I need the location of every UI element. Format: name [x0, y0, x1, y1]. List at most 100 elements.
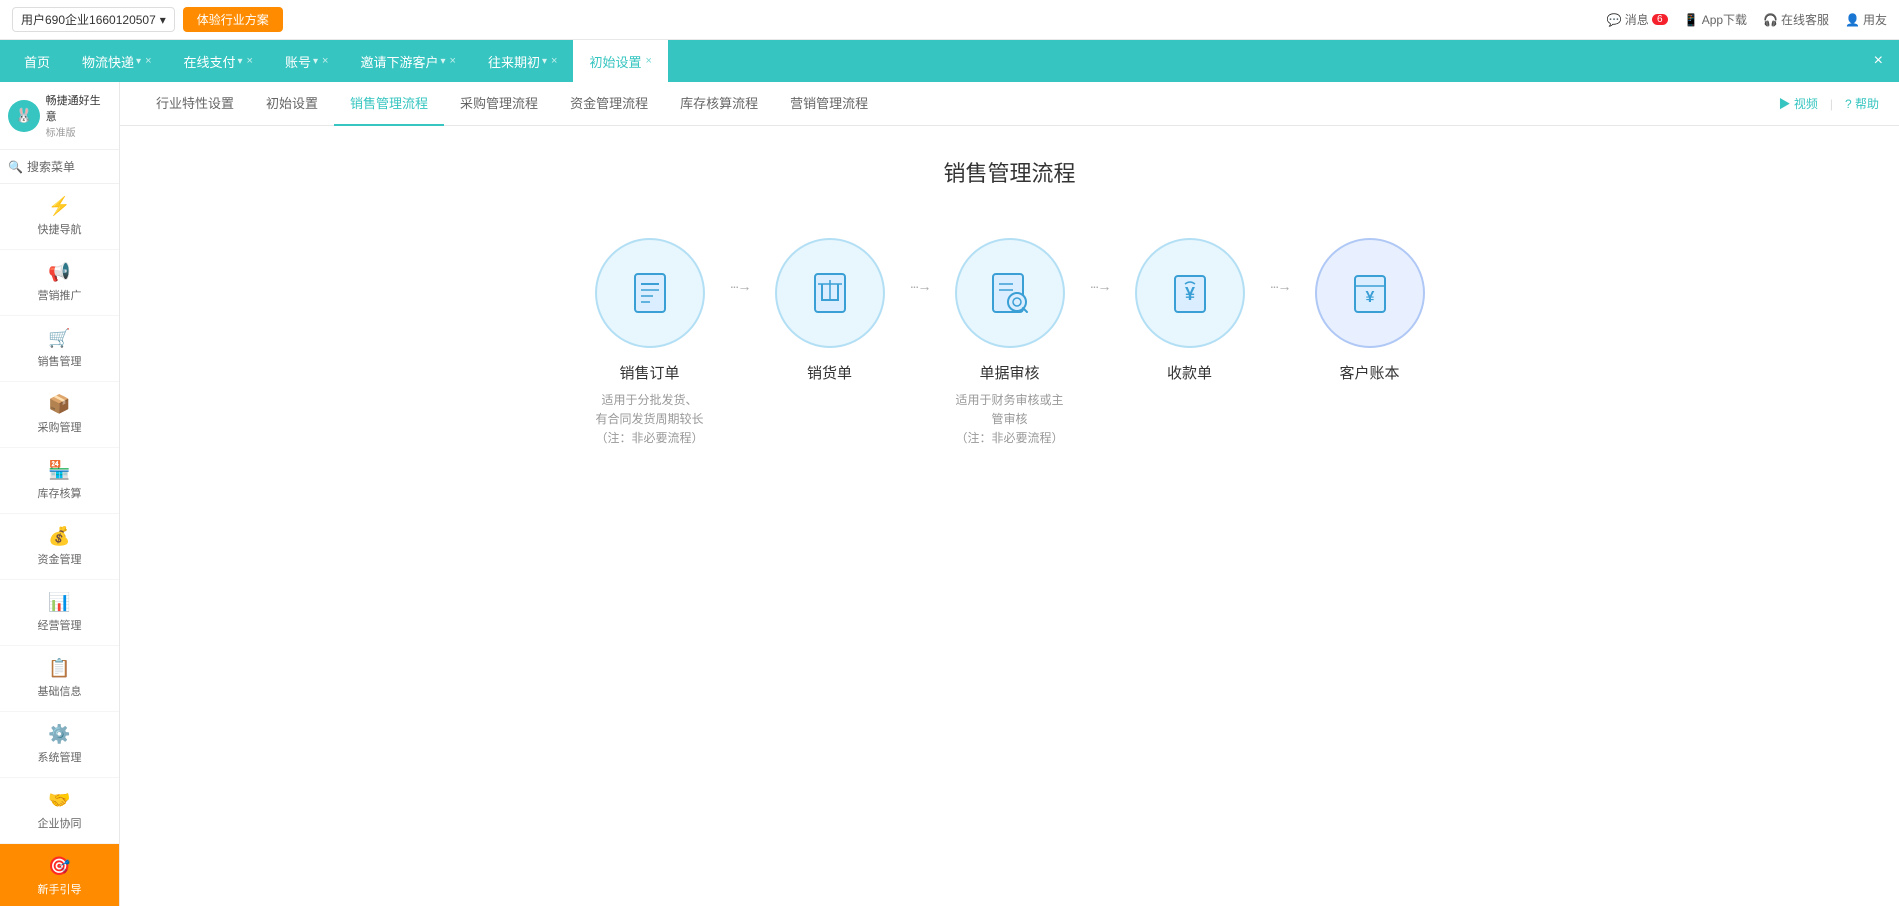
sidebar-item-sales[interactable]: 🛒 销售管理	[0, 316, 119, 382]
sub-tab-inventory-flow[interactable]: 库存核算流程	[664, 82, 774, 126]
flow-steps: 销售订单 适用于分批发货、有合同发货周期较长（注：非必要流程） ···→	[140, 238, 1879, 449]
sub-tab-finance-flow[interactable]: 资金管理流程	[554, 82, 664, 126]
sidebar-item-finance[interactable]: 💰 资金管理	[0, 514, 119, 580]
close-icon[interactable]: ×	[145, 55, 151, 67]
sidebar-search[interactable]: 🔍 搜索菜单	[0, 150, 119, 184]
message-label: 消息	[1625, 11, 1649, 28]
receipt-icon: ¥	[1165, 268, 1215, 318]
nav-tab-invite[interactable]: 邀请下游客户 ▾ ×	[344, 40, 471, 82]
message-badge: 6	[1652, 14, 1668, 25]
chevron-down-icon: ▾	[136, 56, 141, 67]
operations-icon: 📊	[48, 592, 70, 613]
sub-tab-industry[interactable]: 行业特性设置	[140, 82, 250, 126]
sales-order-name: 销售订单	[619, 362, 679, 383]
basic-info-icon: 📋	[48, 658, 70, 679]
nav-tab-invite-label: 邀请下游客户	[360, 52, 438, 71]
close-icon[interactable]: ×	[645, 55, 651, 67]
flow-step-sales-order: 销售订单 适用于分批发货、有合同发货周期较长（注：非必要流程）	[560, 238, 740, 449]
sidebar-item-label: 库存核算	[38, 485, 82, 501]
receipt-name: 收款单	[1167, 362, 1212, 383]
sidebar-item-new-guide[interactable]: 🎯 新手引导	[0, 844, 119, 906]
ledger-circle: ¥	[1315, 238, 1425, 348]
sales-order-circle	[595, 238, 705, 348]
sub-tab-initial-label: 初始设置	[266, 93, 318, 112]
app-download-item[interactable]: 📱 App下载	[1684, 11, 1747, 28]
nav-tab-account[interactable]: 账号 ▾ ×	[269, 40, 344, 82]
sidebar: 🐰 畅捷通好生意 标准版 🔍 搜索菜单 ⚡ 快捷导航 📢 营销推广 🛒 销售管理…	[0, 82, 120, 906]
nav-tab-home[interactable]: 首页	[8, 40, 66, 82]
nav-tab-account-label: 账号	[285, 52, 311, 71]
online-service-item[interactable]: 🎧 在线客服	[1763, 11, 1829, 28]
nav-tabs: 首页 物流快递 ▾ × 在线支付 ▾ × 账号 ▾ × 邀请下游客户 ▾ × 往…	[0, 40, 1899, 82]
sub-tab-industry-label: 行业特性设置	[156, 93, 234, 112]
sidebar-item-system[interactable]: ⚙️ 系统管理	[0, 712, 119, 778]
sidebar-item-label: 企业协同	[38, 815, 82, 831]
ledger-name: 客户账本	[1339, 362, 1399, 383]
chevron-down-icon: ▾	[440, 56, 445, 67]
sidebar-item-operations[interactable]: 📊 经营管理	[0, 580, 119, 646]
sidebar-logo: 🐰 畅捷通好生意 标准版	[0, 82, 119, 150]
video-label: 视频	[1794, 97, 1818, 111]
sidebar-item-label: 营销推广	[38, 287, 82, 303]
svg-text:¥: ¥	[1184, 284, 1194, 304]
new-guide-icon: 🎯	[48, 856, 70, 877]
headset-icon: 🎧	[1763, 13, 1778, 27]
sidebar-search-label: 搜索菜单	[27, 158, 75, 175]
sub-tab-inventory-flow-label: 库存核算流程	[680, 93, 758, 112]
user-selector[interactable]: 用户690企业1660120507 ▾	[12, 7, 175, 32]
nav-tab-logistics[interactable]: 物流快递 ▾ ×	[66, 40, 167, 82]
message-icon: 💬	[1607, 13, 1622, 27]
sidebar-item-basic-info[interactable]: 📋 基础信息	[0, 646, 119, 712]
nav-close-all[interactable]: ×	[1866, 52, 1891, 70]
sales-order-desc: 适用于分批发货、有合同发货周期较长（注：非必要流程）	[595, 391, 703, 449]
nav-tab-payment[interactable]: 在线支付 ▾ ×	[168, 40, 269, 82]
top-bar: 用户690企业1660120507 ▾ 体验行业方案 💬 消息 6 📱 App下…	[0, 0, 1899, 40]
sidebar-item-quick-nav[interactable]: ⚡ 快捷导航	[0, 184, 119, 250]
sub-tab-purchase-flow-label: 采购管理流程	[460, 93, 538, 112]
sub-tab-marketing-flow-label: 营销管理流程	[790, 93, 868, 112]
close-icon[interactable]: ×	[247, 55, 253, 67]
sales-icon: 🛒	[48, 328, 70, 349]
help-link[interactable]: ? 帮助	[1845, 95, 1879, 112]
sidebar-item-purchase[interactable]: 📦 采购管理	[0, 382, 119, 448]
sidebar-item-label: 采购管理	[38, 419, 82, 435]
user-item[interactable]: 👤 用友	[1845, 11, 1887, 28]
sub-tab-marketing-flow[interactable]: 营销管理流程	[774, 82, 884, 126]
chevron-down-icon: ▾	[313, 56, 318, 67]
logo-text: 畅捷通好生意 标准版	[46, 92, 111, 139]
try-industry-button[interactable]: 体验行业方案	[183, 7, 283, 32]
sub-tab-purchase-flow[interactable]: 采购管理流程	[444, 82, 554, 126]
marketing-icon: 📢	[48, 262, 70, 283]
review-desc: 适用于财务审核或主管审核（注：非必要流程）	[955, 391, 1063, 449]
close-icon[interactable]: ×	[450, 55, 456, 67]
sub-tab-initial[interactable]: 初始设置	[250, 82, 334, 126]
sidebar-item-label: 新手引导	[38, 881, 82, 897]
quick-nav-icon: ⚡	[48, 196, 70, 217]
nav-tab-period[interactable]: 往来期初 ▾ ×	[472, 40, 573, 82]
sidebar-item-label: 快捷导航	[38, 221, 82, 237]
purchase-icon: 📦	[48, 394, 70, 415]
nav-tab-initial-setup[interactable]: 初始设置 ×	[573, 40, 667, 82]
top-bar-left: 用户690企业1660120507 ▾ 体验行业方案	[12, 7, 283, 32]
content-area: 行业特性设置 初始设置 销售管理流程 采购管理流程 资金管理流程 库存核算流程 …	[120, 82, 1899, 906]
flow-step-ledger: ¥ 客户账本	[1280, 238, 1460, 391]
close-icon[interactable]: ×	[551, 55, 557, 67]
sidebar-item-label: 销售管理	[38, 353, 82, 369]
message-item[interactable]: 💬 消息 6	[1607, 11, 1668, 28]
close-icon[interactable]: ×	[322, 55, 328, 67]
ledger-icon: ¥	[1345, 268, 1395, 318]
system-icon: ⚙️	[48, 724, 70, 745]
sidebar-item-enterprise-collab[interactable]: 🤝 企业协同	[0, 778, 119, 844]
nav-tab-logistics-label: 物流快递	[82, 52, 134, 71]
app-download-icon: 📱	[1684, 13, 1699, 27]
video-link[interactable]: ▶ 视频	[1778, 95, 1817, 112]
sidebar-item-marketing[interactable]: 📢 营销推广	[0, 250, 119, 316]
main-layout: 🐰 畅捷通好生意 标准版 🔍 搜索菜单 ⚡ 快捷导航 📢 营销推广 🛒 销售管理…	[0, 82, 1899, 906]
sub-tab-sales-flow[interactable]: 销售管理流程	[334, 82, 444, 126]
flow-step-receipt: ¥ 收款单	[1100, 238, 1280, 391]
sidebar-item-inventory[interactable]: 🏪 库存核算	[0, 448, 119, 514]
flow-step-review: 单据审核 适用于财务审核或主管审核（注：非必要流程）	[920, 238, 1100, 449]
logo-icon: 🐰	[8, 100, 40, 132]
divider: |	[1830, 97, 1833, 111]
sub-tabs: 行业特性设置 初始设置 销售管理流程 采购管理流程 资金管理流程 库存核算流程 …	[120, 82, 1899, 126]
